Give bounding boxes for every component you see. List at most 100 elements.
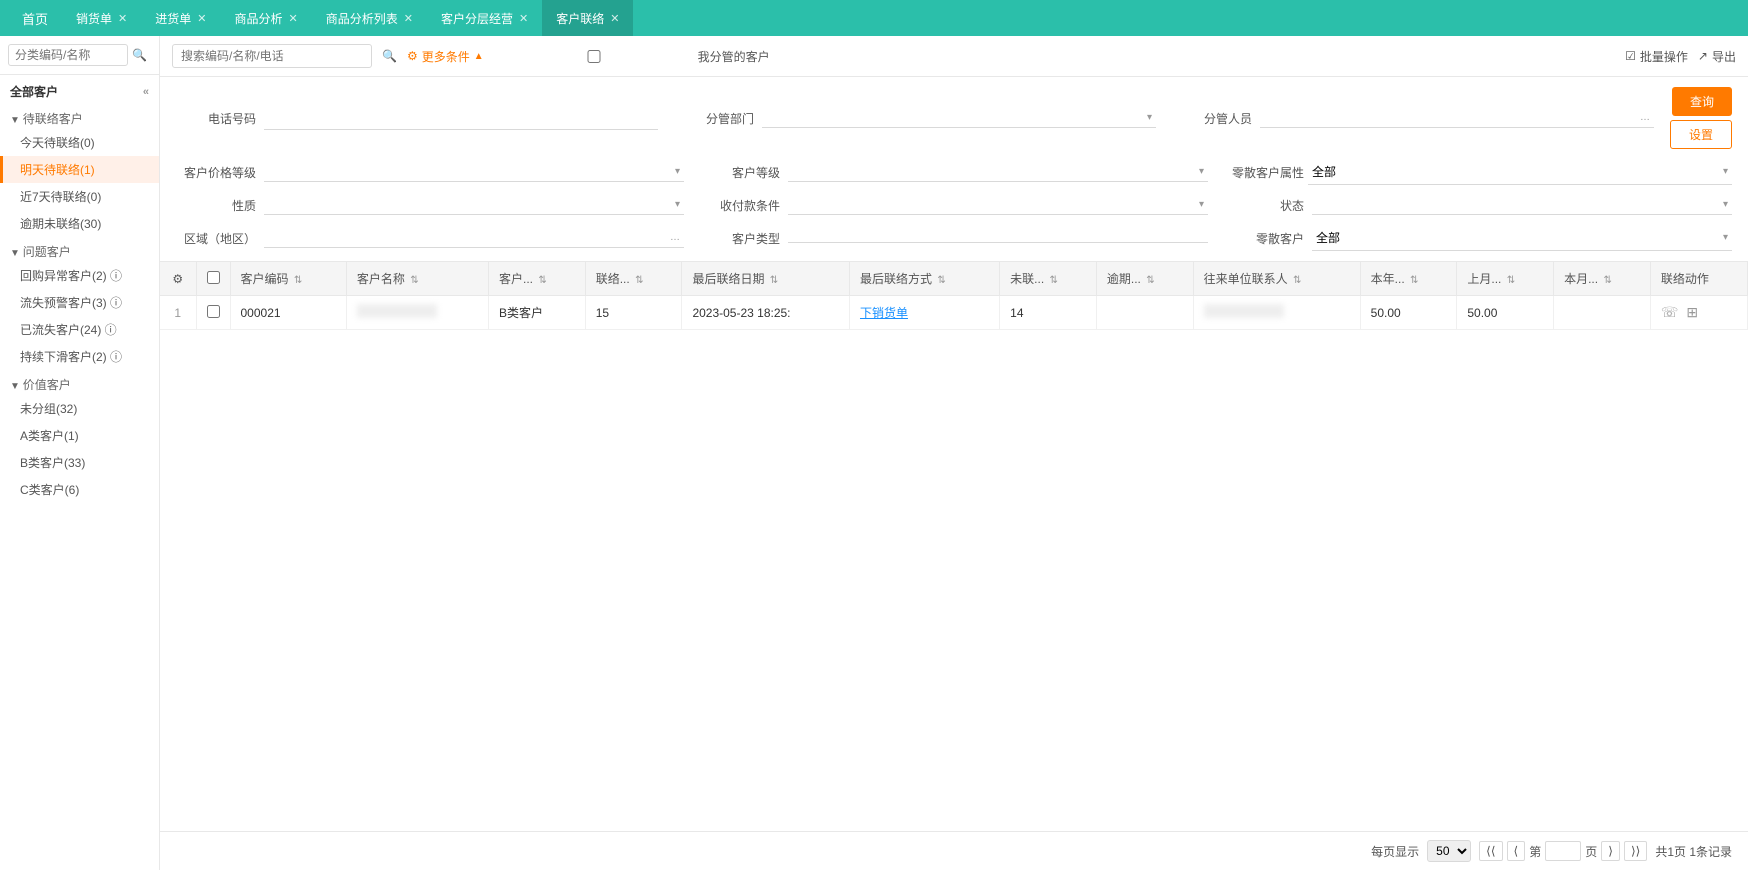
sidebar-item-overdue-contact[interactable]: 逾期未联络(30) [0, 210, 159, 237]
col-uncontacted[interactable]: 未联... ⇅ [1000, 262, 1097, 296]
my-customers-checkbox[interactable] [494, 50, 694, 63]
table-settings-icon[interactable]: ⚙ [172, 272, 183, 286]
group-problem-customers[interactable]: 问题客户 [0, 237, 159, 262]
col-contact-count[interactable]: 联络... ⇅ [585, 262, 682, 296]
row-code: 000021 [230, 296, 346, 330]
sidebar-item-class-a[interactable]: A类客户(1) [0, 422, 159, 449]
nav-customer-contact-close[interactable]: ✕ [610, 12, 619, 25]
sidebar-item-7day-contact[interactable]: 近7天待联络(0) [0, 183, 159, 210]
last-page-btn[interactable]: ⟩⟩ [1624, 841, 1647, 861]
phone-input[interactable] [264, 107, 658, 130]
sidebar-search-input[interactable] [8, 44, 128, 66]
more-conditions-btn[interactable]: ⚙ 更多条件 ▲ [407, 48, 484, 65]
col-last-method[interactable]: 最后联络方式 ⇅ [849, 262, 999, 296]
sidebar-item-churn-warning[interactable]: 流失预警客户(3) ⓘ [0, 289, 159, 316]
col-contact-person[interactable]: 往来单位联系人 ⇅ [1193, 262, 1360, 296]
first-page-btn[interactable]: ⟨⟨ [1479, 841, 1502, 861]
collapse-sidebar-icon[interactable]: « [143, 86, 149, 98]
search-input[interactable] [172, 44, 372, 68]
dept-select[interactable]: ▾ [762, 108, 1156, 128]
nav-sales[interactable]: 销货单 ✕ [62, 0, 141, 36]
customer-price-level-select[interactable]: ▾ [264, 162, 684, 182]
retail-attr-chevron-icon: ▾ [1723, 166, 1728, 177]
col-this-month[interactable]: 本月... ⇅ [1554, 262, 1651, 296]
col-last-month-sort-icon: ⇅ [1507, 275, 1515, 286]
retail-attr-select[interactable]: 全部 ▾ [1308, 159, 1732, 185]
nav-purchase-close[interactable]: ✕ [197, 12, 206, 25]
nav-customer-segment[interactable]: 客户分层经营 ✕ [427, 0, 542, 36]
prev-page-btn[interactable]: ⟨ [1507, 841, 1526, 861]
nav-product-analysis-close[interactable]: ✕ [289, 12, 298, 25]
search-filter-icon[interactable]: 🔍 [382, 49, 397, 63]
retail-customer-select[interactable]: 全部 ▾ [1312, 225, 1732, 251]
col-code[interactable]: 客户编码 ⇅ [230, 262, 346, 296]
col-last-month[interactable]: 上月... ⇅ [1457, 262, 1554, 296]
group-value-customers[interactable]: 价值客户 [0, 370, 159, 395]
settings-button[interactable]: 设置 [1670, 120, 1732, 149]
total-records-label: 共1页 1条记录 [1655, 843, 1732, 860]
sidebar-item-class-c[interactable]: C类客户(6) [0, 476, 159, 503]
row-last-method-link[interactable]: 下销货单 [860, 306, 908, 320]
nav-customer-segment-close[interactable]: ✕ [519, 12, 528, 25]
sidebar-item-today-contact[interactable]: 今天待联络(0) [0, 129, 159, 156]
row-checkbox[interactable] [207, 305, 220, 318]
row-last-date: 2023-05-23 18:25: [682, 296, 850, 330]
sidebar-search-bar: 🔍 [0, 36, 159, 75]
status-select[interactable]: ▾ [1312, 195, 1732, 215]
customer-level-select[interactable]: ▾ [788, 162, 1208, 182]
filter-row-3: 性质 ▾ 收付款条件 ▾ 状态 [176, 195, 1732, 215]
col-this-year[interactable]: 本年... ⇅ [1360, 262, 1457, 296]
page-size-select[interactable]: 50 [1427, 840, 1471, 862]
sidebar-search-icon[interactable]: 🔍 [132, 48, 147, 62]
sidebar-item-churned[interactable]: 已流失客户(24) ⓘ [0, 316, 159, 343]
payment-select[interactable]: ▾ [788, 195, 1208, 215]
select-all-checkbox[interactable] [207, 271, 220, 284]
col-last-date-sort-icon: ⇅ [770, 275, 778, 286]
table-row: 1 000021 B类客户 15 2023-05-23 18:25: 下销货单 [160, 296, 1748, 330]
action-grid-icon[interactable]: ⊞ [1686, 304, 1698, 321]
sidebar: 🔍 全部客户 « 待联络客户 今天待联络(0) 明天待联络(1) 近7天待联络(… [0, 36, 160, 870]
next-page-btn[interactable]: ⟩ [1601, 841, 1620, 861]
query-button[interactable]: 查询 [1672, 87, 1732, 116]
sidebar-item-class-b[interactable]: B类客户(33) [0, 449, 159, 476]
nav-sales-close[interactable]: ✕ [118, 12, 127, 25]
all-customers-header[interactable]: 全部客户 « [0, 75, 159, 104]
payment-chevron-icon: ▾ [1199, 199, 1204, 210]
footer-pagination: 每页显示 50 ⟨⟨ ⟨ 第 1 页 ⟩ ⟩⟩ 共1页 1条记录 [160, 831, 1748, 870]
col-name[interactable]: 客户名称 ⇅ [346, 262, 488, 296]
current-page-input[interactable]: 1 [1545, 841, 1581, 861]
export-btn[interactable]: ↗ 导出 [1698, 48, 1736, 65]
batch-ops-btn[interactable]: ☑ 批量操作 [1625, 48, 1688, 65]
nav-product-analysis[interactable]: 商品分析 ✕ [220, 0, 311, 36]
nav-purchase[interactable]: 进货单 ✕ [141, 0, 220, 36]
nav-product-analysis-list-close[interactable]: ✕ [404, 12, 413, 25]
my-customers-checkbox-group: 我分管的客户 [494, 48, 770, 65]
col-type[interactable]: 客户... ⇅ [489, 262, 586, 296]
gender-select[interactable]: ▾ [264, 195, 684, 215]
nav-customer-contact[interactable]: 客户联络 ✕ [542, 0, 633, 36]
manager-chevron-icon: … [1640, 112, 1650, 123]
price-level-chevron-icon: ▾ [675, 166, 680, 177]
nav-home[interactable]: 首页 [8, 0, 62, 36]
group-pending-contact[interactable]: 待联络客户 [0, 104, 159, 129]
col-overdue[interactable]: 逾期... ⇅ [1096, 262, 1193, 296]
content-area: 🔍 ⚙ 更多条件 ▲ 我分管的客户 ☑ 批量操作 ↗ 导出 [160, 36, 1748, 870]
col-last-date[interactable]: 最后联络日期 ⇅ [682, 262, 850, 296]
status-chevron-icon: ▾ [1723, 199, 1728, 210]
action-call-icon[interactable]: ☏ [1661, 304, 1679, 321]
nav-product-analysis-list[interactable]: 商品分析列表 ✕ [312, 0, 427, 36]
row-checkbox-cell [196, 296, 230, 330]
sidebar-item-tomorrow-contact[interactable]: 明天待联络(1) [0, 156, 159, 183]
col-action: 联络动作 [1650, 262, 1747, 296]
area-select[interactable]: … [264, 228, 684, 248]
manager-select[interactable]: … [1260, 108, 1654, 128]
sidebar-item-continuous-decline[interactable]: 持续下滑客户(2) ⓘ [0, 343, 159, 370]
main-layout: 🔍 全部客户 « 待联络客户 今天待联络(0) 明天待联络(1) 近7天待联络(… [0, 36, 1748, 870]
sidebar-item-abnormal-repurchase[interactable]: 回购异常客户(2) ⓘ [0, 262, 159, 289]
customer-level-field: 客户等级 ▾ [700, 162, 1208, 182]
col-settings[interactable]: ⚙ [160, 262, 196, 296]
customer-type-select[interactable] [788, 234, 1208, 243]
row-uncontacted: 14 [1000, 296, 1097, 330]
page-unit-label: 页 [1585, 843, 1597, 860]
sidebar-item-ungrouped[interactable]: 未分组(32) [0, 395, 159, 422]
